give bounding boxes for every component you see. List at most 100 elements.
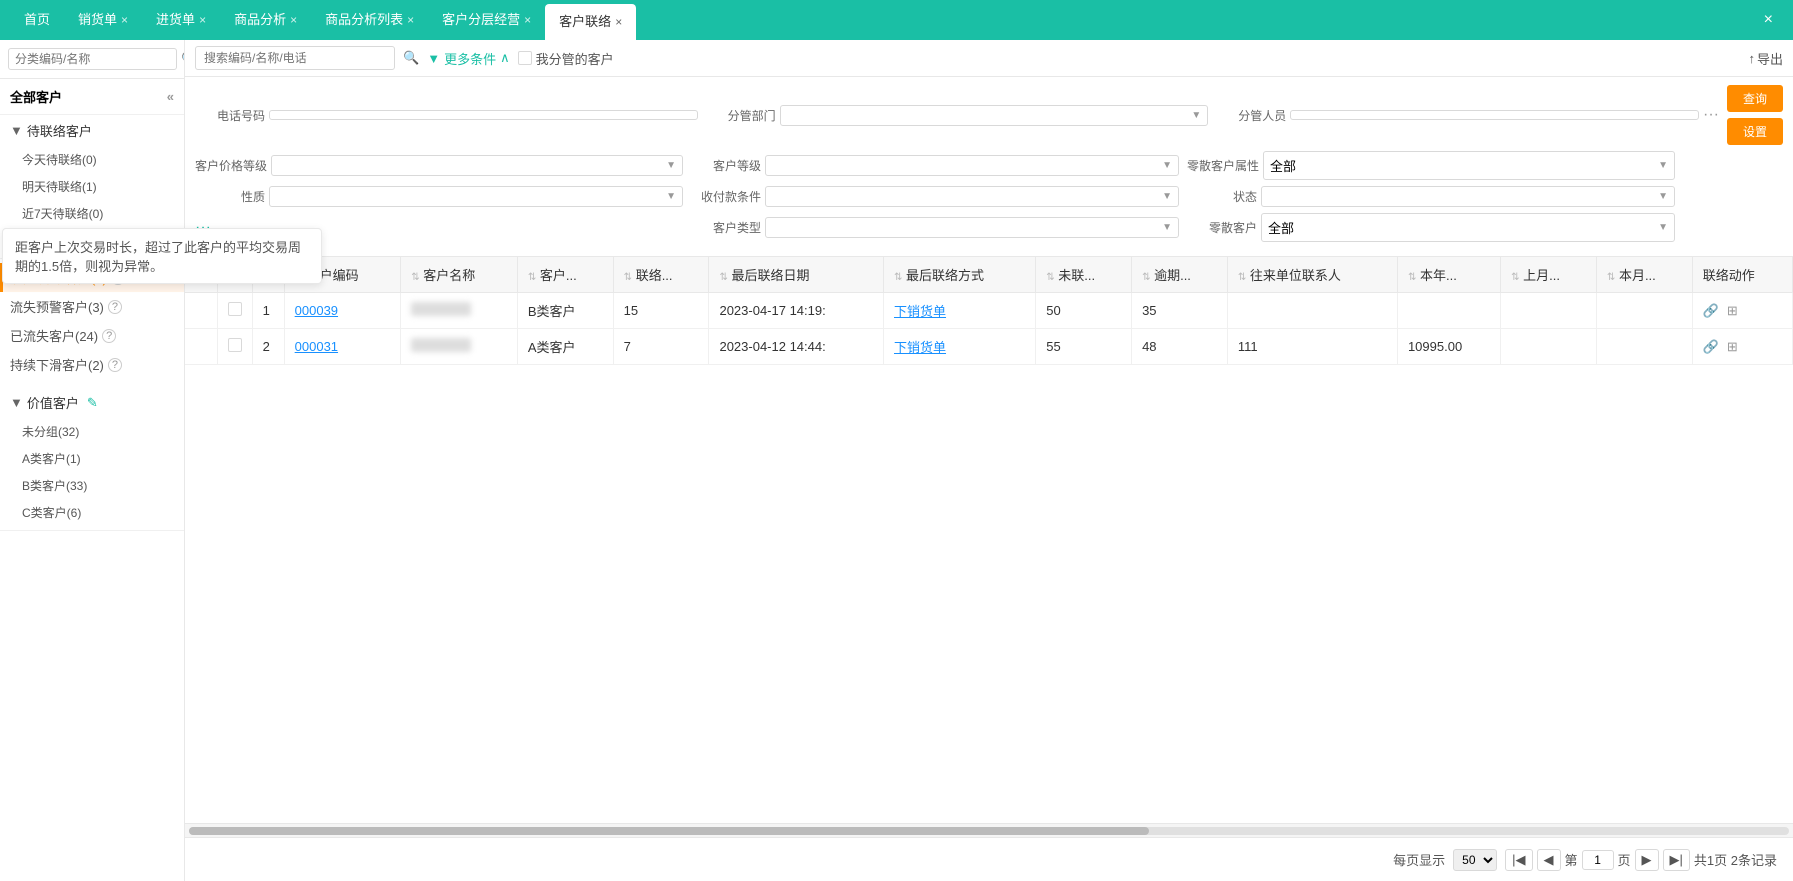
row-index: 1 [252, 293, 284, 329]
row-this-month [1596, 293, 1692, 329]
help-icon[interactable]: ? [108, 358, 122, 372]
table-row: 2 000031 A类客户 7 2023-04-12 14:44: 下销货单 5… [185, 329, 1793, 365]
page-suffix: 页 [1618, 850, 1631, 869]
search-button[interactable]: 🔍 [403, 50, 419, 66]
row-gear [185, 293, 217, 329]
sidebar-item-b-class[interactable]: B类客户(33) [0, 472, 184, 499]
row-this-month [1596, 329, 1692, 365]
tooltip-text: 距客户上次交易时长，超过了此客户的平均交易周期的1.5倍，则视为异常。 [15, 240, 301, 274]
customer-table: ⚙ ⇅ 客户编码 ⇅ 客户名称 [185, 257, 1793, 365]
sidebar-search-area: 🔍 [0, 40, 184, 79]
link-icon[interactable]: 🔗 [1703, 339, 1719, 355]
row-this-year: 10995.00 [1397, 329, 1500, 365]
filter-person: 分管人员 ··· [1216, 106, 1719, 124]
sidebar-item-c-class[interactable]: C类客户(6) [0, 499, 184, 526]
person-input[interactable] [1290, 110, 1699, 120]
collapse-icon[interactable]: « [167, 89, 174, 104]
close-icon[interactable]: × [407, 0, 414, 40]
grid-icon[interactable]: ⊞ [1727, 303, 1738, 319]
customer-level-select[interactable]: ▼ [765, 155, 1179, 176]
row-customer-code[interactable]: 000031 [284, 329, 401, 365]
dept-select[interactable]: ▼ [780, 105, 1209, 126]
nav-product-analysis-list[interactable]: 商品分析列表 × [311, 0, 428, 40]
page-label: 第 [1565, 850, 1578, 869]
close-icon[interactable]: × [290, 0, 297, 40]
person-ellipsis-button[interactable]: ··· [1703, 106, 1719, 124]
row-select-checkbox[interactable] [228, 338, 242, 352]
value-customers-group[interactable]: ▼ 价值客户 ✎ [0, 387, 184, 418]
sidebar-item-unclassified[interactable]: 未分组(32) [0, 418, 184, 445]
close-icon[interactable]: × [199, 0, 206, 40]
category-search-input[interactable] [8, 48, 177, 70]
arrow-down-icon: ▼ [10, 395, 23, 410]
sidebar-item-7days-contact[interactable]: 近7天待联络(0) [0, 200, 184, 227]
search-input[interactable] [195, 46, 395, 70]
export-button[interactable]: ↑ 导出 [1748, 49, 1783, 68]
prev-page-button[interactable]: ◀ [1537, 849, 1561, 871]
checkbox-my-customers[interactable] [518, 51, 532, 65]
value-customers-section: ▼ 价值客户 ✎ 未分组(32) A类客户(1) B类客户(33) C类客户(6… [0, 387, 184, 531]
payment-select[interactable]: ▼ [765, 186, 1179, 207]
settings-button[interactable]: 设置 [1727, 118, 1783, 145]
action-icons: 🔗 ⊞ [1703, 339, 1782, 355]
nav-customer-segment[interactable]: 客户分层经营 × [428, 0, 545, 40]
row-last-contact-way[interactable]: 下销货单 [884, 293, 1036, 329]
price-level-select[interactable]: ▼ [271, 155, 683, 176]
sort-icon: ⇅ [1408, 272, 1416, 283]
pending-contact-group[interactable]: ▼ 待联络客户 [0, 115, 184, 146]
nav-customer-contact[interactable]: 客户联络 × [545, 4, 636, 40]
close-all-tabs[interactable]: × [1754, 11, 1783, 29]
content-area: 🔍 ▼ 更多条件 ∧ 我分管的客户 ↑ 导出 电话号码 [185, 40, 1793, 881]
nav-purchase-order[interactable]: 进货单 × [142, 0, 220, 40]
pagination: 每页显示 50 |◀ ◀ 第 页 ▶ ▶| 共1页 2条记录 [185, 837, 1793, 881]
help-icon[interactable]: ? [108, 300, 122, 314]
per-page-select[interactable]: 50 [1453, 849, 1497, 871]
sidebar-item-tomorrow-contact[interactable]: 明天待联络(1) [0, 173, 184, 200]
nav-sales-order[interactable]: 销货单 × [64, 0, 142, 40]
my-customers-checkbox[interactable]: 我分管的客户 [518, 49, 614, 68]
sidebar-item-churn-warning[interactable]: 流失预警客户(3) ? [0, 292, 184, 321]
page-navigation: |◀ ◀ 第 页 ▶ ▶| 共1页 2条记录 [1505, 849, 1777, 871]
sidebar-item-declining[interactable]: 持续下滑客户(2) ? [0, 350, 184, 379]
all-customers-header: 全部客户 « [0, 79, 184, 115]
phone-input[interactable] [269, 110, 698, 120]
close-icon[interactable]: × [121, 0, 128, 40]
status-select[interactable]: ▼ [1261, 186, 1675, 207]
close-icon[interactable]: × [615, 4, 622, 40]
scrollbar-thumb[interactable] [189, 827, 1149, 835]
help-icon[interactable]: ? [102, 329, 116, 343]
nav-home[interactable]: 首页 [10, 0, 64, 40]
action-icons: 🔗 ⊞ [1703, 303, 1782, 319]
row-last-contact-way[interactable]: 下销货单 [884, 329, 1036, 365]
link-icon[interactable]: 🔗 [1703, 303, 1719, 319]
page-input[interactable] [1582, 850, 1614, 870]
total-records: 共1页 2条记录 [1694, 850, 1777, 869]
row-select-checkbox[interactable] [228, 302, 242, 316]
close-icon[interactable]: × [524, 0, 531, 40]
grid-icon[interactable]: ⊞ [1727, 339, 1738, 355]
row-customer-name [401, 329, 518, 365]
filter-dept: 分管部门 ▼ [706, 105, 1209, 126]
retail-customer-select[interactable]: 全部 ▼ [1261, 213, 1675, 242]
next-page-button[interactable]: ▶ [1635, 849, 1659, 871]
nature-select[interactable]: ▼ [269, 186, 683, 207]
nav-product-analysis[interactable]: 商品分析 × [220, 0, 311, 40]
filter-row-4: ··· 客户类型 ▼ 零散客户 全部 ▼ [195, 213, 1783, 242]
filter-retail-attr: 零散客户属性 全部 ▼ [1187, 151, 1675, 180]
sidebar-item-a-class[interactable]: A类客户(1) [0, 445, 184, 472]
query-button[interactable]: 查询 [1727, 85, 1783, 112]
row-customer-code[interactable]: 000039 [284, 293, 401, 329]
row-last-contact-date: 2023-04-17 14:19: [709, 293, 884, 329]
filter-retail-customer: 零散客户 全部 ▼ [1187, 213, 1675, 242]
retail-attr-select[interactable]: 全部 ▼ [1263, 151, 1675, 180]
last-page-button[interactable]: ▶| [1663, 849, 1690, 871]
more-conditions-toggle[interactable]: ▼ 更多条件 ∧ [427, 49, 509, 68]
filter-nature: 性质 ▼ [195, 186, 683, 207]
edit-icon[interactable]: ✎ [87, 395, 98, 411]
first-page-button[interactable]: |◀ [1505, 849, 1532, 871]
sidebar-item-churned[interactable]: 已流失客户(24) ? [0, 321, 184, 350]
customer-type-select[interactable]: ▼ [765, 217, 1179, 238]
sidebar-item-today-contact[interactable]: 今天待联络(0) [0, 146, 184, 173]
row-customer-name [401, 293, 518, 329]
horizontal-scrollbar[interactable] [185, 823, 1793, 837]
